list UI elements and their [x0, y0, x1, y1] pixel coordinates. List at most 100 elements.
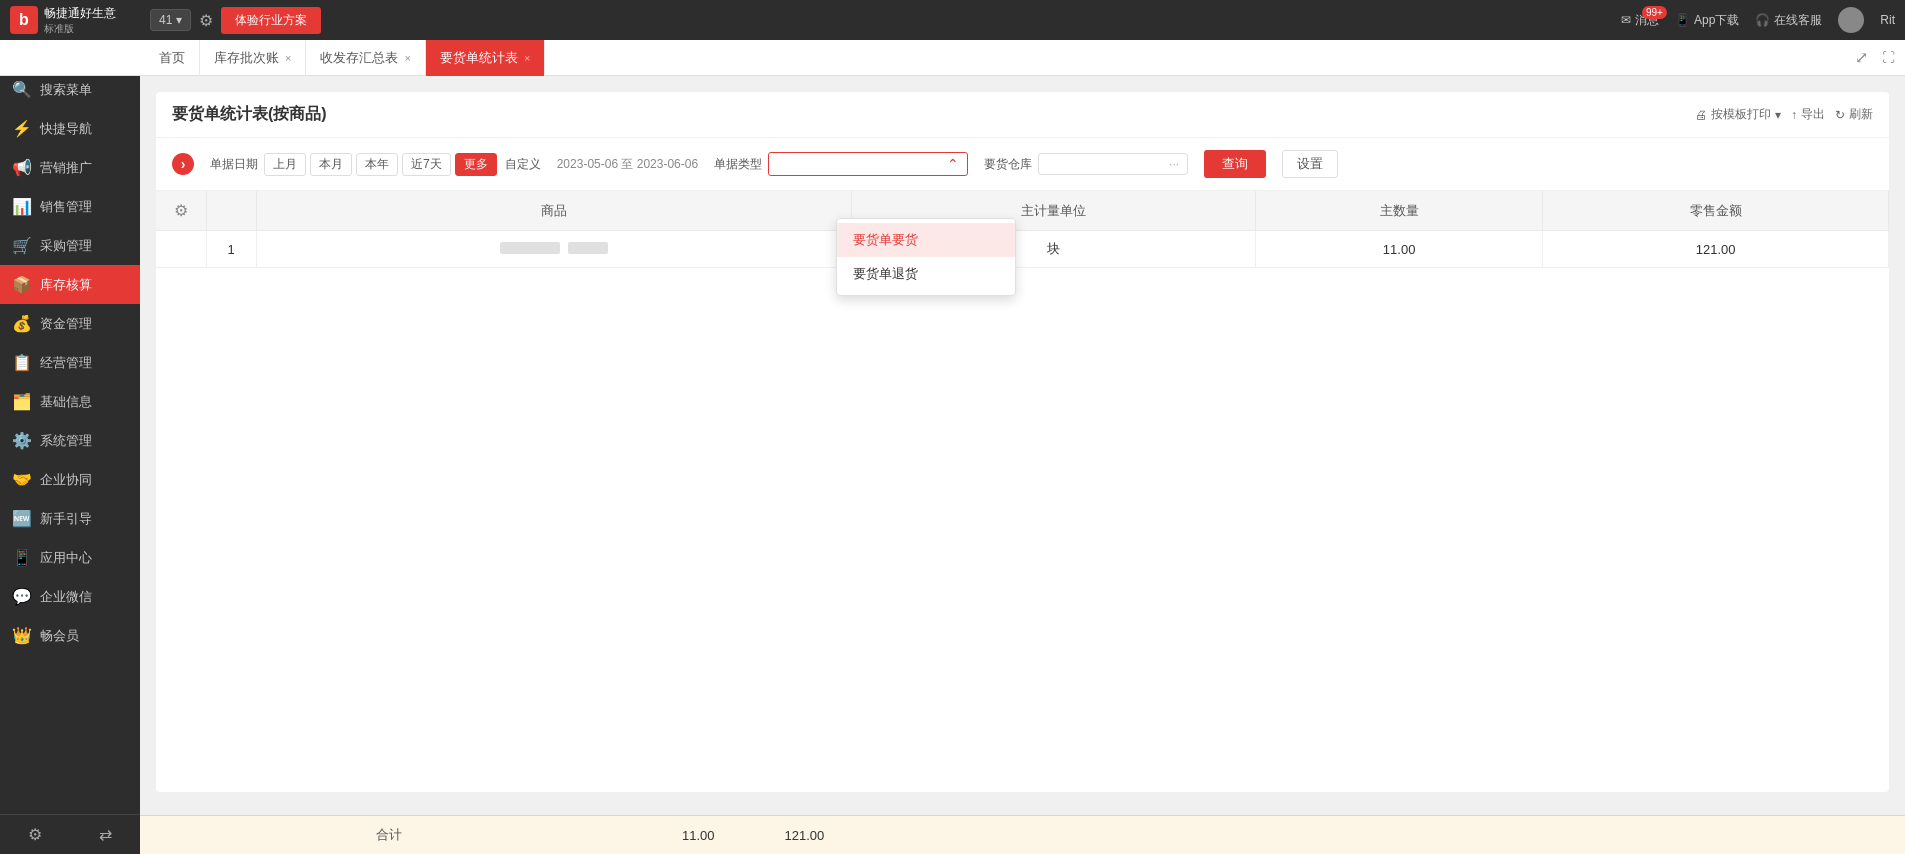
tab-home[interactable]: 首页 — [145, 40, 200, 76]
sidebar: ◀ 🔍 搜索菜单 ⚡ 快捷导航 📢 营销推广 📊 销售管理 🛒 采购管理 📦 库… — [0, 40, 140, 854]
type-dropdown: 要货单要货 要货单退货 — [836, 218, 1016, 296]
sidebar-item-quick-nav[interactable]: ⚡ 快捷导航 — [0, 109, 140, 148]
header-right: ✉ 消息 99+ 📱 App下载 🎧 在线客服 Rit — [1621, 7, 1895, 33]
type-select-box[interactable]: ⌃ — [768, 152, 968, 176]
sidebar-item-basic-info[interactable]: 🗂️ 基础信息 — [0, 382, 140, 421]
tab-receive-summary[interactable]: 收发存汇总表 × — [306, 40, 425, 76]
column-settings-icon[interactable]: ⚙ — [174, 202, 188, 219]
app-download-btn[interactable]: 📱 App下载 — [1675, 12, 1739, 29]
dropdown-item-order-return[interactable]: 要货单退货 — [837, 257, 1015, 291]
col-no — [206, 191, 256, 231]
quick-nav-icon: ⚡ — [12, 119, 32, 138]
enterprise-icon: 🤝 — [12, 470, 32, 489]
operations-icon: 📋 — [12, 353, 32, 372]
print-icon: 🖨 — [1695, 108, 1707, 122]
chevron-down-icon: ▾ — [176, 13, 182, 27]
tab-close-receive-summary[interactable]: × — [404, 52, 410, 64]
sidebar-item-enterprise[interactable]: 🤝 企业协同 — [0, 460, 140, 499]
sidebar-item-wecom[interactable]: 💬 企业微信 — [0, 577, 140, 616]
messages-btn[interactable]: ✉ 消息 99+ — [1621, 12, 1659, 29]
page-header: 要货单统计表(按商品) 🖨 按模板打印 ▾ ↑ 导出 ↻ 刷新 — [156, 92, 1889, 138]
header-center: 41 ▾ ⚙ 体验行业方案 — [150, 7, 1621, 34]
data-table: ⚙ 商品 主计量单位 主数量 零售金额 1 — [156, 191, 1889, 268]
refresh-icon: ↻ — [1835, 108, 1845, 122]
type-select-arrow: ⌃ — [947, 156, 959, 172]
page-actions: 🖨 按模板打印 ▾ ↑ 导出 ↻ 刷新 — [1695, 106, 1873, 123]
marketing-icon: 📢 — [12, 158, 32, 177]
tab-order-summary[interactable]: 要货单统计表 × — [426, 40, 545, 76]
refresh-btn[interactable]: ↻ 刷新 — [1835, 106, 1873, 123]
date-btn-this-month[interactable]: 本月 — [310, 153, 352, 176]
wecom-icon: 💬 — [12, 587, 32, 606]
logo-text: 畅捷通好生意 标准版 — [44, 5, 116, 36]
vip-icon: 👑 — [12, 626, 32, 645]
tab-bar: 首页 库存批次账 × 收发存汇总表 × 要货单统计表 × ⤢ ⛶ — [0, 40, 1905, 76]
inventory-icon: 📦 — [12, 275, 32, 294]
table-container: ⚙ 商品 主计量单位 主数量 零售金额 1 — [156, 191, 1889, 268]
total-amount: 121.00 — [785, 828, 825, 843]
top-header: b 畅捷通好生意 标准版 41 ▾ ⚙ 体验行业方案 ✉ 消息 99+ 📱 Ap… — [0, 0, 1905, 40]
total-quantity: 11.00 — [682, 828, 715, 843]
query-button[interactable]: 查询 — [1204, 150, 1266, 178]
service-icon: 🎧 — [1755, 13, 1770, 27]
export-btn[interactable]: ↑ 导出 — [1791, 106, 1825, 123]
trial-button[interactable]: 体验行业方案 — [221, 7, 321, 34]
col-amount: 零售金额 — [1543, 191, 1889, 231]
date-filter-group: 单据日期 上月 本月 本年 近7天 更多 自定义 — [210, 153, 541, 176]
avatar[interactable] — [1838, 7, 1864, 33]
app-center-icon: 📱 — [12, 548, 32, 567]
col-settings[interactable]: ⚙ — [156, 191, 206, 231]
main-content: 要货单统计表(按商品) 🖨 按模板打印 ▾ ↑ 导出 ↻ 刷新 › — [140, 76, 1905, 854]
date-range: 2023-05-06 至 2023-06-06 — [557, 156, 698, 173]
tab-inventory-batch[interactable]: 库存批次账 × — [200, 40, 306, 76]
sidebar-item-operations[interactable]: 📋 经营管理 — [0, 343, 140, 382]
user-name: Rit — [1880, 13, 1895, 27]
warehouse-select-box[interactable]: ··· — [1038, 153, 1188, 175]
message-icon: ✉ — [1621, 13, 1631, 27]
sidebar-item-finance[interactable]: 💰 资金管理 — [0, 304, 140, 343]
sidebar-settings-icon[interactable]: ⚙ — [28, 825, 42, 844]
product-name-placeholder — [500, 242, 560, 254]
total-label: 合计 — [376, 826, 402, 844]
store-selector[interactable]: 41 ▾ — [150, 9, 191, 31]
sidebar-item-sales[interactable]: 📊 销售管理 — [0, 187, 140, 226]
sidebar-item-marketing[interactable]: 📢 营销推广 — [0, 148, 140, 187]
product-code-placeholder — [568, 242, 608, 254]
sidebar-item-system[interactable]: ⚙️ 系统管理 — [0, 421, 140, 460]
cell-row-no: 1 — [206, 231, 256, 268]
sidebar-item-app-center[interactable]: 📱 应用中心 — [0, 538, 140, 577]
logo-area: b 畅捷通好生意 标准版 — [10, 5, 150, 36]
page-container: 要货单统计表(按商品) 🖨 按模板打印 ▾ ↑ 导出 ↻ 刷新 › — [156, 92, 1889, 792]
table-header-row: ⚙ 商品 主计量单位 主数量 零售金额 — [156, 191, 1889, 231]
date-custom-label: 自定义 — [505, 156, 541, 173]
system-icon: ⚙️ — [12, 431, 32, 450]
settings-icon[interactable]: ⚙ — [199, 11, 213, 30]
date-btn-last-month[interactable]: 上月 — [264, 153, 306, 176]
filter-area: › 单据日期 上月 本月 本年 近7天 更多 自定义 2023-05-06 至 … — [156, 138, 1889, 191]
sidebar-collapse-icon[interactable]: ⇄ — [99, 825, 112, 844]
export-icon: ↑ — [1791, 108, 1797, 122]
warehouse-filter-group: 要货仓库 ··· — [984, 153, 1188, 175]
setup-button[interactable]: 设置 — [1282, 150, 1338, 178]
chevron-down-print: ▾ — [1775, 108, 1781, 122]
sidebar-item-purchase[interactable]: 🛒 采购管理 — [0, 226, 140, 265]
filter-expand-btn[interactable]: › — [172, 153, 194, 175]
logo-icon: b — [10, 6, 38, 34]
purchase-icon: 🛒 — [12, 236, 32, 255]
dropdown-item-order-goods[interactable]: 要货单要货 — [837, 223, 1015, 257]
type-label: 单据类型 — [714, 156, 762, 173]
print-btn[interactable]: 🖨 按模板打印 ▾ — [1695, 106, 1781, 123]
sidebar-item-guide[interactable]: 🆕 新手引导 — [0, 499, 140, 538]
date-btn-more[interactable]: 更多 — [455, 153, 497, 176]
tab-close-inventory-batch[interactable]: × — [285, 52, 291, 64]
online-service-btn[interactable]: 🎧 在线客服 — [1755, 12, 1822, 29]
tab-close-order-summary[interactable]: × — [524, 52, 530, 64]
page-title: 要货单统计表(按商品) — [172, 104, 327, 125]
tab-expand-btn[interactable]: ⤢ — [1855, 48, 1878, 67]
sidebar-item-vip[interactable]: 👑 畅会员 — [0, 616, 140, 655]
sales-icon: 📊 — [12, 197, 32, 216]
tab-fullscreen-btn[interactable]: ⛶ — [1882, 50, 1905, 65]
date-btn-7days[interactable]: 近7天 — [402, 153, 451, 176]
sidebar-item-inventory[interactable]: 📦 库存核算 — [0, 265, 140, 304]
date-btn-this-year[interactable]: 本年 — [356, 153, 398, 176]
